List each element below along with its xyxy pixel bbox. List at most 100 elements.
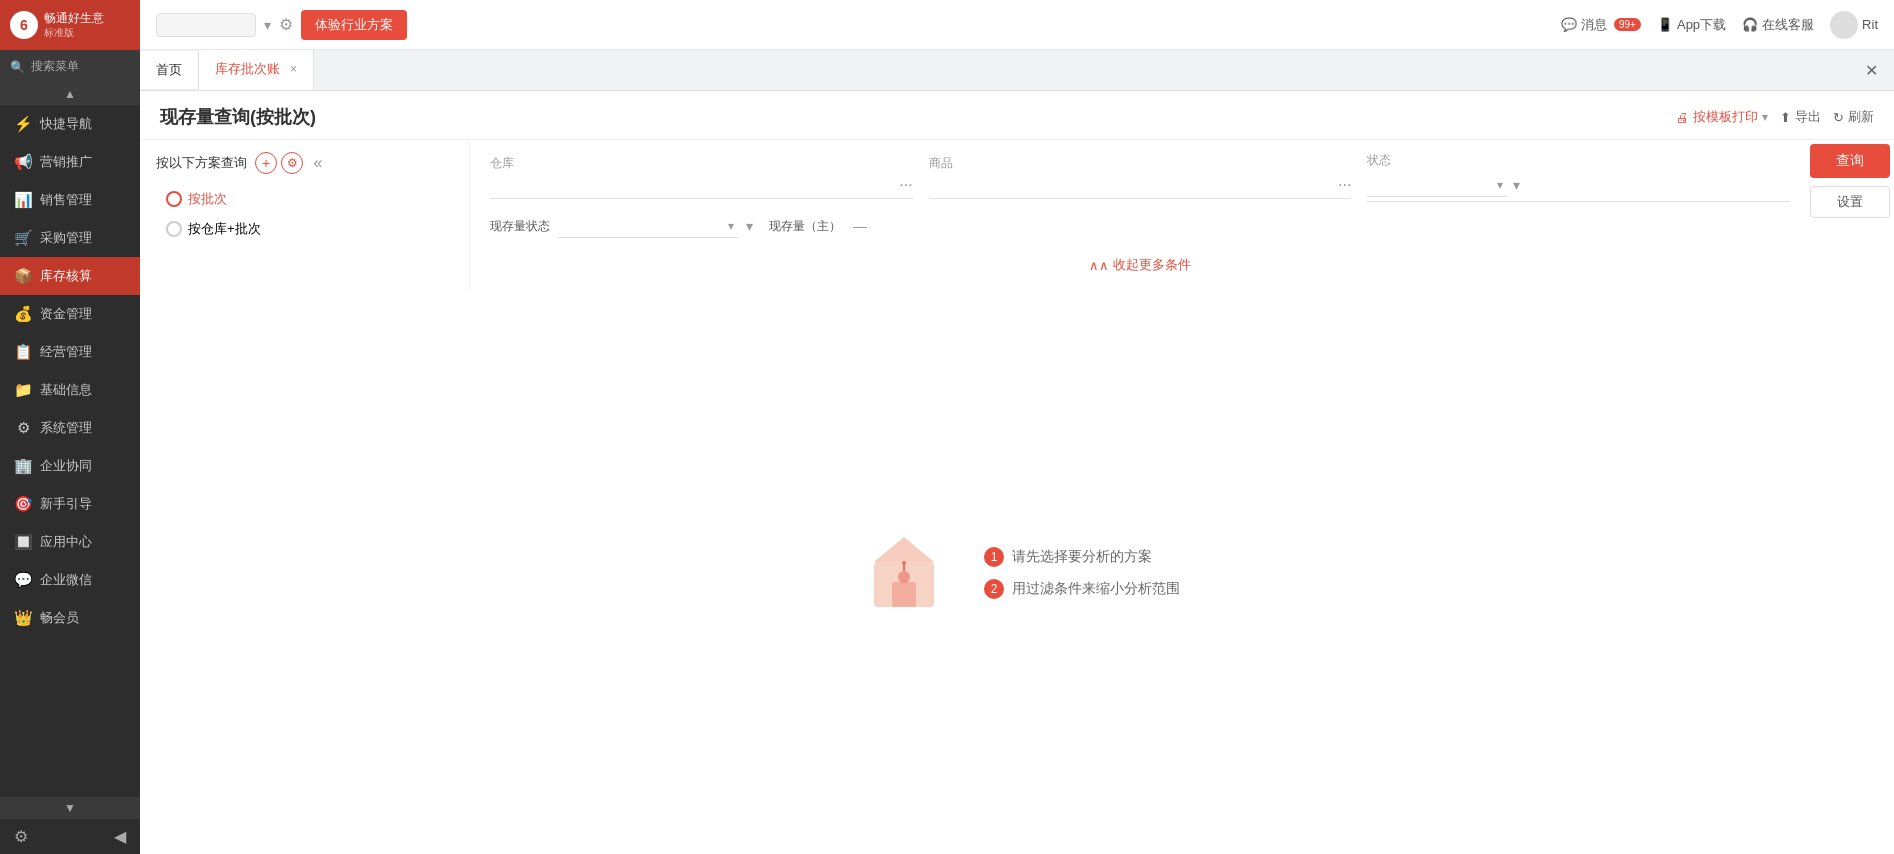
topbar-settings-icon[interactable]: ⚙: [279, 15, 293, 34]
scheme-radio-filled: [166, 191, 182, 207]
topbar-search-input[interactable]: [156, 13, 256, 37]
topbar: ▾ ⚙ 体验行业方案 💬 消息 99+ 📱 App下载 🎧 在线客服 Rit: [140, 0, 1894, 50]
sidebar-nav: ⚡ 快捷导航 📢 营销推广 📊 销售管理 🛒 采购管理 📦 库存核算 💰 资金管…: [0, 105, 140, 797]
empty-tip-2: 2 用过滤条件来缩小分析范围: [984, 579, 1180, 599]
sidebar-item-operation[interactable]: 📋 经营管理: [0, 333, 140, 371]
online-service-btn[interactable]: 🎧 在线客服: [1742, 16, 1814, 34]
filter-fields-panel: 仓库 ··· 商品 ···: [470, 140, 1810, 292]
app-center-icon: 🔲: [14, 533, 32, 551]
topbar-dropdown-icon[interactable]: ▾: [264, 17, 271, 33]
filter-fields-wrapper: 仓库 ··· 商品 ···: [470, 140, 1894, 292]
main-area: ▾ ⚙ 体验行业方案 💬 消息 99+ 📱 App下载 🎧 在线客服 Rit: [140, 0, 1894, 854]
tab-panel-close-icon[interactable]: ✕: [1849, 51, 1894, 90]
chevron-up-icon: ∧∧: [1089, 258, 1109, 273]
sidebar-item-app-center[interactable]: 🔲 应用中心: [0, 523, 140, 561]
scheme-settings-btn[interactable]: ⚙: [281, 152, 303, 174]
product-input[interactable]: [929, 178, 1332, 193]
refresh-icon: ↻: [1833, 110, 1844, 125]
filter-group-inventory-qty: 现存量（主） —: [769, 218, 871, 235]
qty-dash: —: [849, 218, 871, 234]
scheme-radio-empty: [166, 221, 182, 237]
sidebar-item-newbie[interactable]: 🎯 新手引导: [0, 485, 140, 523]
scheme-item-by-batch[interactable]: 按批次: [156, 184, 453, 214]
page-header: 现存量查询(按批次) 🖨 按模板打印 ▾ ⬆ 导出 ↻ 刷新: [140, 91, 1894, 140]
messages-icon: 💬: [1561, 17, 1577, 32]
sales-icon: 📊: [14, 191, 32, 209]
sidebar-item-quick-nav[interactable]: ⚡ 快捷导航: [0, 105, 140, 143]
newbie-icon: 🎯: [14, 495, 32, 513]
quick-nav-icon: ⚡: [14, 115, 32, 133]
sidebar-item-system[interactable]: ⚙ 系统管理: [0, 409, 140, 447]
scheme-item-by-warehouse-batch[interactable]: 按仓库+批次: [156, 214, 453, 244]
sidebar-item-sales[interactable]: 📊 销售管理: [0, 181, 140, 219]
filter-collapse-btn[interactable]: ∧∧ 收起更多条件: [490, 250, 1790, 280]
sidebar-item-finance[interactable]: 💰 资金管理: [0, 295, 140, 333]
tab-home[interactable]: 首页: [140, 51, 199, 89]
filter-group-status: 状态 ▾: [1367, 152, 1790, 202]
warehouse-input[interactable]: [490, 178, 893, 193]
warehouse-more-icon[interactable]: ···: [899, 176, 912, 194]
status-select-wrapper: [1367, 173, 1507, 197]
warehouse-input-row: ···: [490, 176, 913, 199]
messages-badge: 99+: [1614, 18, 1641, 31]
filter-action-btns: 查询 设置: [1810, 140, 1894, 292]
marketing-icon: 📢: [14, 153, 32, 171]
sidebar-item-basic-info[interactable]: 📁 基础信息: [0, 371, 140, 409]
status-dropdown-icon[interactable]: ▾: [1513, 177, 1520, 193]
sidebar-item-inventory[interactable]: 📦 库存核算: [0, 257, 140, 295]
svg-marker-1: [874, 537, 934, 562]
inventory-status-select-wrapper: [558, 214, 738, 238]
status-select[interactable]: [1367, 173, 1507, 197]
search-icon: 🔍: [10, 60, 25, 74]
system-icon: ⚙: [14, 419, 32, 437]
user-avatar-btn[interactable]: Rit: [1830, 11, 1878, 39]
filter-panel: 按以下方案查询 + ⚙ « 按批次 按仓库+批次: [140, 140, 1894, 292]
tab-inventory-batch[interactable]: 库存批次账 ×: [199, 50, 314, 90]
app-download-btn[interactable]: 📱 App下载: [1657, 16, 1726, 34]
sidebar-item-purchase[interactable]: 🛒 采购管理: [0, 219, 140, 257]
sidebar-item-marketing[interactable]: 📢 营销推广: [0, 143, 140, 181]
inventory-status-dropdown-icon[interactable]: ▾: [746, 218, 753, 234]
purchase-icon: 🛒: [14, 229, 32, 247]
add-scheme-btn[interactable]: +: [255, 152, 277, 174]
settings-footer-icon[interactable]: ⚙: [14, 827, 28, 846]
status-input-row: ▾: [1367, 173, 1790, 202]
messages-btn[interactable]: 💬 消息 99+: [1561, 16, 1641, 34]
sidebar-item-member[interactable]: 👑 畅会员: [0, 599, 140, 637]
enterprise-icon: 🏢: [14, 457, 32, 475]
sidebar-item-wechat[interactable]: 💬 企业微信: [0, 561, 140, 599]
filter-scheme-title: 按以下方案查询 + ⚙ «: [156, 152, 453, 174]
svg-point-5: [902, 561, 906, 565]
query-button[interactable]: 查询: [1810, 144, 1890, 178]
print-icon: 🖨: [1676, 110, 1689, 125]
inventory-status-select[interactable]: [558, 214, 738, 238]
phone-icon: 📱: [1657, 17, 1673, 32]
scheme-action-icons: + ⚙ «: [255, 152, 329, 174]
refresh-btn[interactable]: ↻ 刷新: [1833, 108, 1874, 126]
filter-scheme-panel: 按以下方案查询 + ⚙ « 按批次 按仓库+批次: [140, 140, 470, 292]
collapse-sidebar-icon[interactable]: ◀: [114, 827, 126, 846]
industry-solution-button[interactable]: 体验行业方案: [301, 10, 407, 40]
tabs-bar: 首页 库存批次账 × ✕: [140, 50, 1894, 91]
app-logo: 6: [10, 11, 38, 39]
scheme-collapse-btn[interactable]: «: [307, 152, 329, 174]
headset-icon: 🎧: [1742, 17, 1758, 32]
scroll-down-btn[interactable]: ▼: [0, 797, 140, 819]
user-avatar: [1830, 11, 1858, 39]
svg-point-3: [898, 571, 910, 583]
settings-button[interactable]: 设置: [1810, 186, 1890, 218]
print-template-btn[interactable]: 🖨 按模板打印 ▾: [1676, 108, 1768, 126]
page-title: 现存量查询(按批次): [160, 105, 316, 129]
svg-rect-2: [892, 582, 916, 607]
product-label: 商品: [929, 155, 1352, 172]
finance-icon: 💰: [14, 305, 32, 323]
scroll-up-btn[interactable]: ▲: [0, 83, 140, 105]
product-more-icon[interactable]: ···: [1338, 176, 1351, 194]
operation-icon: 📋: [14, 343, 32, 361]
export-btn[interactable]: ⬆ 导出: [1780, 108, 1821, 126]
empty-state: 1 请先选择要分析的方案 2 用过滤条件来缩小分析范围: [140, 292, 1894, 854]
print-dropdown-icon[interactable]: ▾: [1762, 110, 1768, 124]
sidebar-search[interactable]: 🔍 搜索菜单: [0, 50, 140, 83]
sidebar-item-enterprise[interactable]: 🏢 企业协同: [0, 447, 140, 485]
tab-close-icon[interactable]: ×: [290, 62, 297, 76]
